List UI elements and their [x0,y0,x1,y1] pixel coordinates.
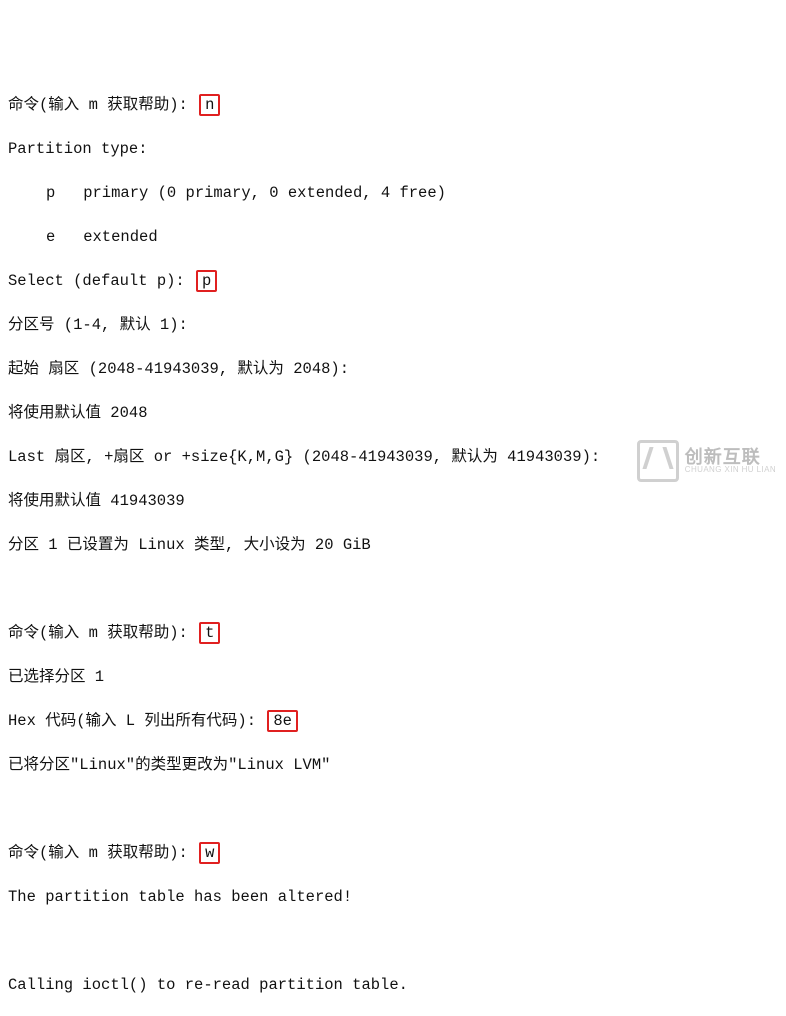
partition-number-prompt: 分区号 (1-4, 默认 1): [8,314,778,336]
cmd-line-3: 命令(输入 m 获取帮助): w [8,842,778,864]
cmd-line-2: 命令(输入 m 获取帮助): t [8,622,778,644]
user-input-t: t [199,622,220,644]
cmd-prompt-2: 命令(输入 m 获取帮助): [8,624,197,642]
partition-type-primary: p primary (0 primary, 0 extended, 4 free… [8,182,778,204]
partition-created: 分区 1 已设置为 Linux 类型, 大小设为 20 GiB [8,534,778,556]
changed-type: 已将分区"Linux"的类型更改为"Linux LVM" [8,754,778,776]
select-prompt: Select (default p): [8,272,194,290]
watermark-en: CHUANG XIN HU LIAN [685,466,776,474]
cmd-line-1: 命令(输入 m 获取帮助): n [8,94,778,116]
user-input-w: w [199,842,220,864]
first-sector-default: 将使用默认值 2048 [8,402,778,424]
cmd-prompt-3: 命令(输入 m 获取帮助): [8,844,197,862]
hex-line: Hex 代码(输入 L 列出所有代码): 8e [8,710,778,732]
last-sector-prompt: Last 扇区, +扇区 or +size{K,M,G} (2048-41943… [8,446,778,468]
cmd-prompt-1: 命令(输入 m 获取帮助): [8,96,197,114]
partition-type-header: Partition type: [8,138,778,160]
ioctl-line: Calling ioctl() to re-read partition tab… [8,974,778,996]
selected-partition: 已选择分区 1 [8,666,778,688]
hex-prompt: Hex 代码(输入 L 列出所有代码): [8,712,265,730]
blank-line-1 [8,578,778,600]
first-sector-prompt: 起始 扇区 (2048-41943039, 默认为 2048): [8,358,778,380]
user-input-p: p [196,270,217,292]
partition-type-extended: e extended [8,226,778,248]
select-line: Select (default p): p [8,270,778,292]
user-input-8e: 8e [267,710,298,732]
blank-line-3 [8,930,778,952]
blank-line-2 [8,798,778,820]
user-input-n: n [199,94,220,116]
table-altered: The partition table has been altered! [8,886,778,908]
last-sector-default: 将使用默认值 41943039 [8,490,778,512]
